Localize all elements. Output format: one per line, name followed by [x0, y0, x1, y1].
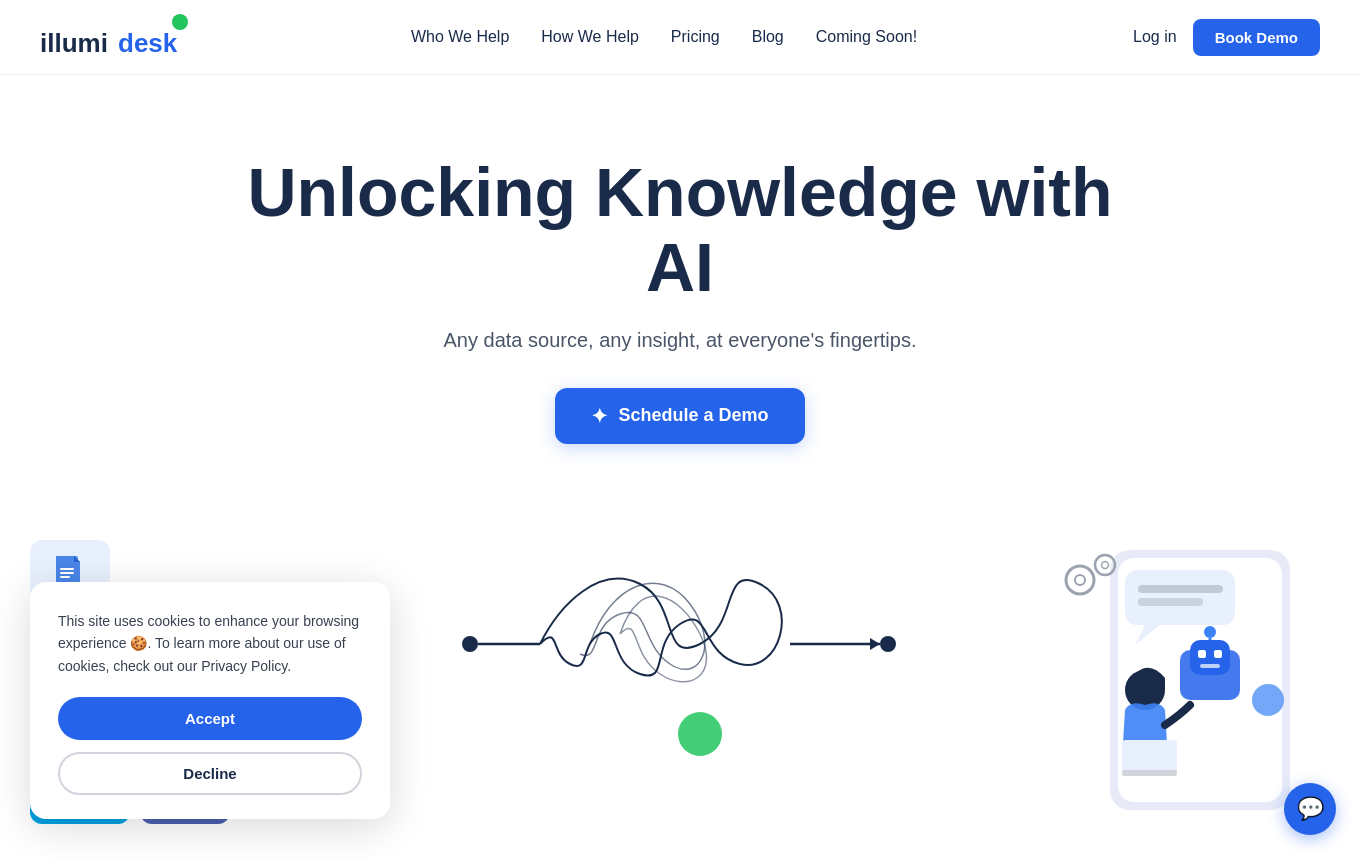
tangle-illustration [420, 504, 940, 784]
svg-rect-45 [1122, 770, 1177, 776]
svg-point-42 [1252, 684, 1284, 716]
svg-rect-36 [1190, 640, 1230, 675]
sparkle-icon: ✦ [591, 404, 608, 428]
svg-rect-37 [1198, 650, 1206, 658]
navbar: illumi desk Who We Help How We Help Pric… [0, 0, 1360, 75]
cookie-banner: This site uses cookies to enhance your b… [30, 582, 390, 819]
book-demo-button[interactable]: Book Demo [1193, 19, 1320, 56]
demo-button-label: Schedule a Demo [618, 405, 768, 426]
hero-subtext: Any data source, any insight, at everyon… [444, 329, 917, 352]
svg-rect-44 [1122, 740, 1177, 775]
cookie-message: This site uses cookies to enhance your b… [58, 610, 362, 677]
schedule-demo-button[interactable]: ✦ Schedule a Demo [555, 388, 804, 444]
svg-rect-39 [1200, 664, 1220, 668]
nav-links: Who We Help How We Help Pricing Blog Com… [411, 28, 917, 46]
chat-icon: 💬 [1297, 796, 1324, 822]
hero-headline: Unlocking Knowledge with AI [230, 155, 1130, 305]
svg-point-28 [1075, 575, 1085, 585]
svg-point-40 [1204, 626, 1216, 638]
svg-rect-8 [60, 576, 70, 578]
nav-right: Log in Book Demo [1133, 19, 1320, 56]
nav-who-we-help[interactable]: Who We Help [411, 28, 509, 45]
nav-how-we-help[interactable]: How We Help [541, 28, 639, 45]
hero-section: Unlocking Knowledge with AI Any data sou… [0, 75, 1360, 484]
svg-text:desk: desk [118, 28, 178, 58]
nav-blog[interactable]: Blog [752, 28, 784, 45]
svg-point-24 [880, 636, 896, 652]
accept-button[interactable]: Accept [58, 697, 362, 740]
nav-pricing[interactable]: Pricing [671, 28, 720, 45]
svg-point-21 [678, 712, 722, 756]
cookie-buttons: Accept Decline [58, 697, 362, 795]
svg-point-30 [1102, 561, 1109, 568]
svg-point-27 [1066, 566, 1094, 594]
svg-rect-7 [60, 572, 74, 574]
logo-link[interactable]: illumi desk [40, 10, 195, 65]
login-button[interactable]: Log in [1133, 28, 1177, 46]
decline-button[interactable]: Decline [58, 752, 362, 795]
svg-rect-34 [1138, 598, 1203, 606]
svg-rect-38 [1214, 650, 1222, 658]
nav-coming-soon[interactable]: Coming Soon! [816, 28, 917, 45]
logo-svg: illumi desk [40, 10, 195, 65]
svg-point-19 [462, 636, 478, 652]
svg-rect-33 [1138, 585, 1223, 593]
svg-text:illumi: illumi [40, 28, 108, 58]
svg-rect-6 [60, 568, 74, 570]
svg-marker-23 [870, 638, 880, 650]
robot-illustration [1050, 540, 1330, 824]
svg-rect-31 [1125, 570, 1235, 625]
